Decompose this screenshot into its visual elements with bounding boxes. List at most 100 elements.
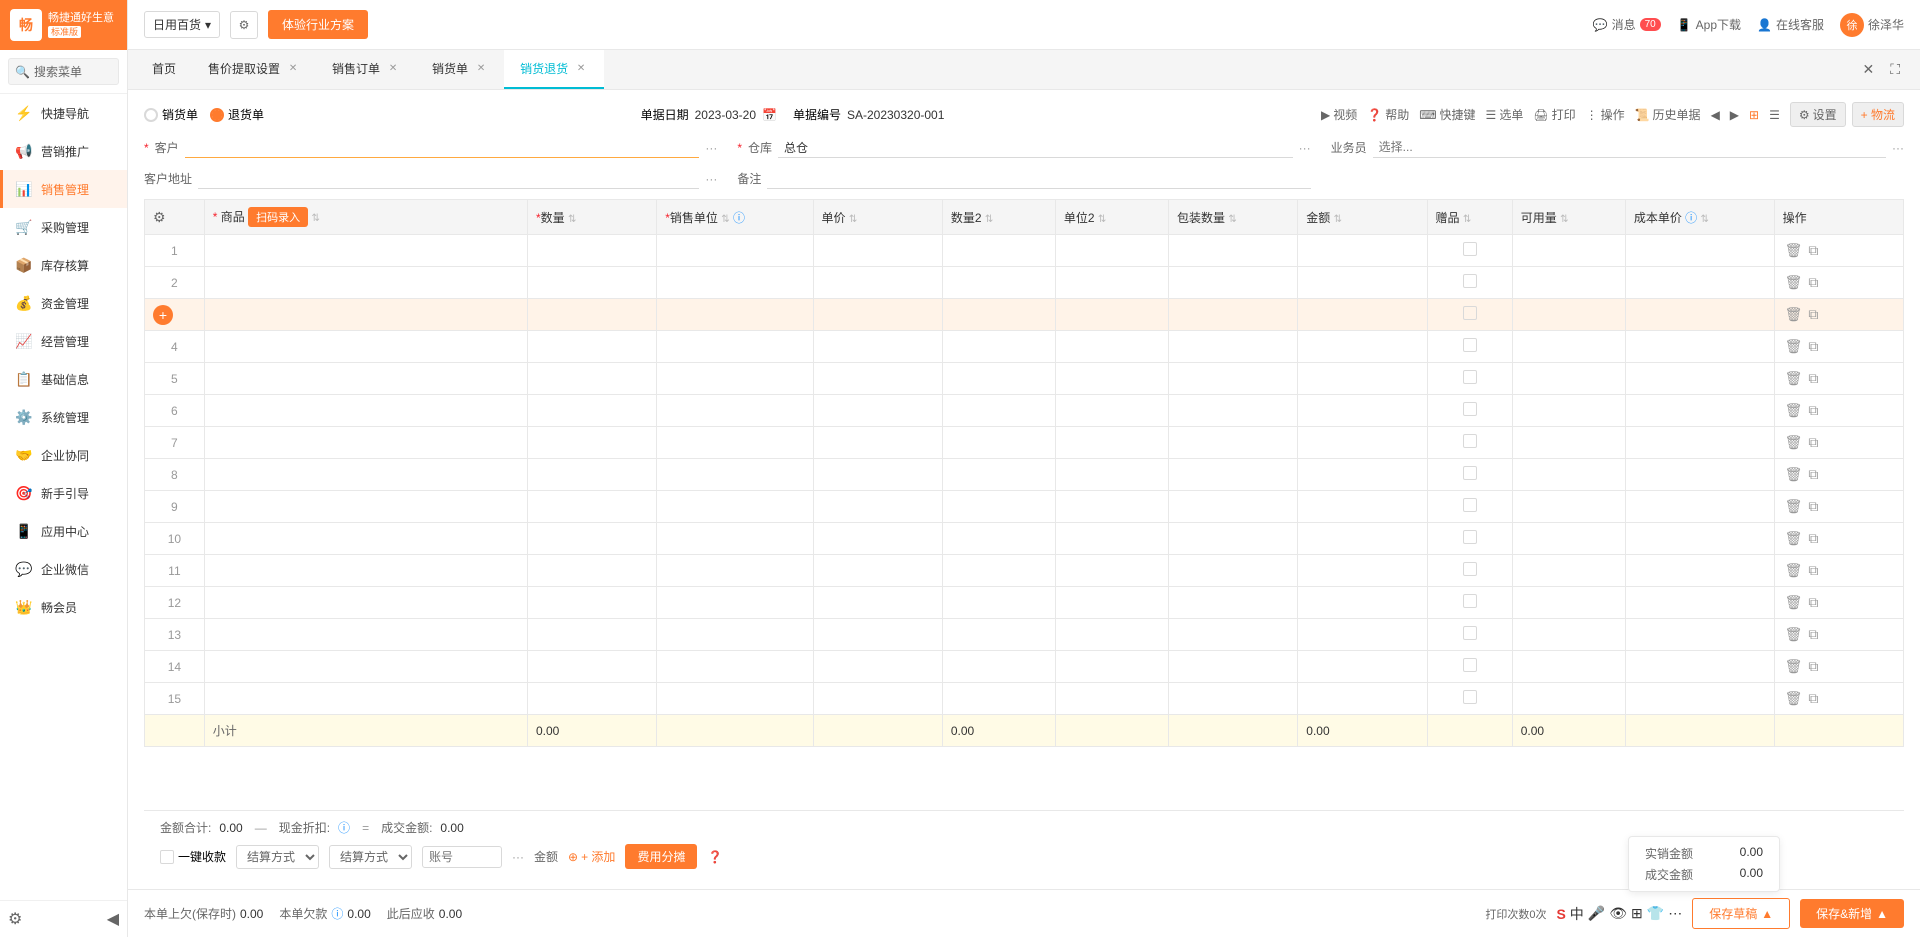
price-sort-icon[interactable]: ⇅ [849, 214, 857, 225]
payment-method-select[interactable]: 结算方式 [329, 845, 412, 869]
copy-row-button[interactable]: ⧉ [1806, 432, 1820, 453]
remark-input[interactable] [767, 168, 1310, 189]
copy-row-button[interactable]: ⧉ [1806, 496, 1820, 517]
amount-cell[interactable] [1298, 267, 1427, 299]
input-tool-icon-grid[interactable]: ⊞ [1631, 905, 1643, 922]
one-click-checkbox[interactable] [160, 850, 174, 864]
delete-row-button[interactable]: 🗑 [1783, 240, 1805, 261]
sidebar-item-vip[interactable]: 👑 畅会员 [0, 588, 127, 626]
sidebar-item-enterprise[interactable]: 🤝 企业协同 [0, 436, 127, 474]
account-dots[interactable]: ··· [512, 850, 524, 864]
copy-row-button[interactable]: ⧉ [1806, 304, 1820, 325]
tab-price-settings-close[interactable]: ✕ [286, 62, 300, 76]
cost-sort-icon[interactable]: ⇅ [1701, 214, 1709, 225]
packqty-sort-icon[interactable]: ⇅ [1228, 214, 1236, 225]
copy-row-button[interactable]: ⧉ [1806, 688, 1820, 709]
gift-checkbox[interactable] [1463, 370, 1477, 384]
input-tool-icon-eye[interactable]: 👁 [1609, 905, 1627, 922]
packqty-cell[interactable] [1169, 299, 1298, 331]
sidebar-item-marketing[interactable]: 📢 营销推广 [0, 132, 127, 170]
tab-home[interactable]: 首页 [136, 50, 192, 89]
settings-gear-icon[interactable]: ⚙ [8, 909, 22, 929]
copy-row-button[interactable]: ⧉ [1806, 336, 1820, 357]
table-gear-icon[interactable]: ⚙ [153, 209, 166, 225]
customer-dots[interactable]: ··· [705, 141, 717, 155]
price-cell[interactable] [813, 267, 942, 299]
copy-row-button[interactable]: ⧉ [1806, 464, 1820, 485]
shortcut-button[interactable]: ⌨ 快捷键 [1419, 106, 1475, 123]
qty2-cell[interactable] [942, 299, 1055, 331]
delete-row-button[interactable]: 🗑 [1783, 656, 1805, 677]
delete-row-button[interactable]: 🗑 [1783, 624, 1805, 645]
industry-selector[interactable]: 日用百货 ▾ [144, 11, 220, 38]
sidebar-item-finance[interactable]: 💰 资金管理 [0, 284, 127, 322]
unit-cell[interactable] [657, 235, 813, 267]
available-cell[interactable] [1512, 299, 1625, 331]
warehouse-input[interactable] [778, 137, 1293, 158]
customer-input[interactable] [185, 137, 700, 158]
debt-info-icon[interactable]: ⓘ [331, 905, 343, 922]
copy-row-button[interactable]: ⧉ [1806, 624, 1820, 645]
calendar-icon[interactable]: 📅 [762, 108, 777, 122]
calculation-method-select[interactable]: 结算方式 [236, 845, 319, 869]
delete-row-button[interactable]: 🗑 [1783, 432, 1805, 453]
delete-row-button[interactable]: 🗑 [1783, 560, 1805, 581]
qty2-sort-icon[interactable]: ⇅ [985, 214, 993, 225]
input-tool-icon-dots[interactable]: ⋯ [1668, 905, 1682, 922]
salesperson-dots[interactable]: ··· [1892, 141, 1904, 155]
qty-sort-icon[interactable]: ⇅ [568, 214, 576, 225]
gift-checkbox[interactable] [1463, 530, 1477, 544]
product-input-active[interactable] [213, 308, 519, 322]
tab-sales-delivery-close[interactable]: ✕ [474, 62, 488, 76]
tab-price-settings[interactable]: 售价提取设置 ✕ [192, 50, 316, 89]
collapse-icon[interactable]: ◀ [107, 909, 119, 929]
experience-plan-button[interactable]: 体验行业方案 [268, 10, 368, 39]
delete-row-button[interactable]: 🗑 [1783, 336, 1805, 357]
available-cell[interactable] [1512, 267, 1625, 299]
price-cell[interactable] [813, 235, 942, 267]
gift-checkbox[interactable] [1463, 658, 1477, 672]
add-logistics-button[interactable]: + 物流 [1852, 102, 1904, 127]
select-order-button[interactable]: ☰ 选单 [1486, 106, 1524, 123]
delete-row-button[interactable]: 🗑 [1783, 496, 1805, 517]
product-cell-active[interactable] [204, 299, 527, 331]
sidebar-item-appstore[interactable]: 📱 应用中心 [0, 512, 127, 550]
settings-button[interactable]: ⚙ 设置 [1790, 102, 1846, 127]
app-download-button[interactable]: 📱 App下载 [1677, 16, 1741, 33]
input-tool-icon-s[interactable]: S [1556, 906, 1565, 922]
online-service-button[interactable]: 👤 在线客服 [1757, 16, 1824, 33]
copy-row-button[interactable]: ⧉ [1806, 560, 1820, 581]
address-input[interactable] [198, 168, 699, 189]
copy-row-button[interactable]: ⧉ [1806, 400, 1820, 421]
product-cell[interactable] [204, 267, 527, 299]
list-view-icon[interactable]: ☰ [1769, 108, 1780, 122]
delete-row-button[interactable]: 🗑 [1783, 304, 1805, 325]
qty2-cell[interactable] [942, 235, 1055, 267]
address-dots[interactable]: ··· [705, 172, 717, 186]
unit2-cell[interactable] [1055, 267, 1168, 299]
account-number-input[interactable] [422, 846, 502, 868]
input-tool-icon-mic[interactable]: 🎤 [1588, 905, 1605, 922]
maximize-icon[interactable]: ⛶ [1886, 61, 1904, 78]
sidebar-item-purchase[interactable]: 🛒 采购管理 [0, 208, 127, 246]
copy-row-button[interactable]: ⧉ [1806, 656, 1820, 677]
topbar-gear-button[interactable]: ⚙ [230, 11, 258, 39]
gift-checkbox[interactable] [1463, 434, 1477, 448]
delete-row-button[interactable]: 🗑 [1783, 688, 1805, 709]
copy-row-button[interactable]: ⧉ [1806, 528, 1820, 549]
gift-checkbox[interactable] [1463, 562, 1477, 576]
unit-sort-icon[interactable]: ⇅ [721, 214, 729, 225]
sidebar-item-system[interactable]: ⚙️ 系统管理 [0, 398, 127, 436]
warehouse-dots[interactable]: ··· [1299, 141, 1311, 155]
tab-sales-return-close[interactable]: ✕ [574, 62, 588, 76]
salesperson-input[interactable] [1373, 137, 1886, 158]
available-cell[interactable] [1512, 235, 1625, 267]
prev-icon[interactable]: ◀ [1711, 108, 1720, 122]
unit2-cell[interactable] [1055, 235, 1168, 267]
input-tool-icon-shirt[interactable]: 👕 [1647, 905, 1664, 922]
sidebar-item-wechat[interactable]: 💬 企业微信 [0, 550, 127, 588]
packqty-cell[interactable] [1169, 235, 1298, 267]
cost-cell[interactable] [1625, 299, 1774, 331]
gift-checkbox[interactable] [1463, 498, 1477, 512]
grid-view-icon[interactable]: ⊞ [1749, 108, 1759, 122]
